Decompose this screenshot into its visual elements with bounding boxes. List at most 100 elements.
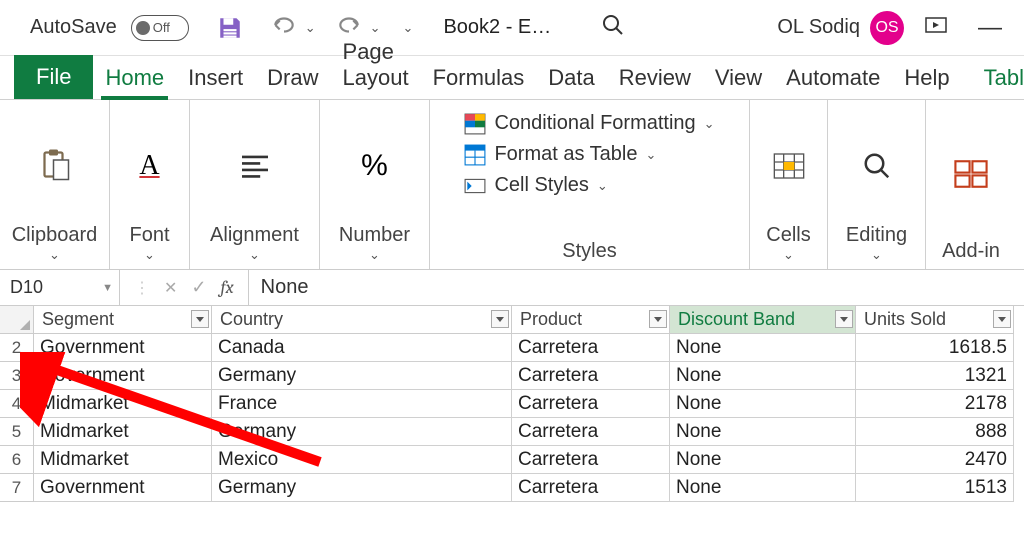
clipboard-label: Clipboard: [12, 224, 98, 247]
cell[interactable]: Carretera: [512, 474, 670, 502]
chevron-down-icon[interactable]: ⌄: [249, 247, 260, 263]
filter-icon[interactable]: [649, 310, 667, 328]
formula-input[interactable]: None: [249, 270, 1024, 305]
row-header[interactable]: 5: [0, 418, 34, 446]
ribbon-display-icon[interactable]: [914, 10, 958, 46]
cell[interactable]: None: [670, 390, 856, 418]
save-icon[interactable]: [213, 11, 247, 45]
tab-view[interactable]: View: [703, 57, 774, 99]
number-button[interactable]: %: [349, 143, 400, 189]
tab-review[interactable]: Review: [607, 57, 703, 99]
cell[interactable]: 1513: [856, 474, 1014, 502]
enter-icon[interactable]: ✓: [191, 277, 206, 298]
tab-home[interactable]: Home: [93, 57, 176, 99]
cell[interactable]: Midmarket: [34, 418, 212, 446]
cell[interactable]: Carretera: [512, 418, 670, 446]
tab-data[interactable]: Data: [536, 57, 606, 99]
tab-file[interactable]: File: [14, 55, 93, 99]
column-header[interactable]: Product: [512, 306, 670, 334]
user-name[interactable]: OL Sodiq: [777, 16, 860, 39]
filter-icon[interactable]: [993, 310, 1011, 328]
tab-help[interactable]: Help: [892, 57, 961, 99]
tab-draw[interactable]: Draw: [255, 57, 330, 99]
undo-dropdown-icon[interactable]: ⌄: [305, 20, 316, 36]
row-header[interactable]: 2: [0, 334, 34, 362]
cell[interactable]: Midmarket: [34, 390, 212, 418]
minimize-icon[interactable]: —: [968, 10, 1012, 46]
cell[interactable]: Canada: [212, 334, 512, 362]
cell[interactable]: Midmarket: [34, 446, 212, 474]
number-label: Number: [339, 224, 410, 247]
chevron-down-icon[interactable]: ⌄: [49, 247, 60, 263]
cell-styles-button[interactable]: Cell Styles ⌄: [464, 174, 607, 197]
column-header[interactable]: Country: [212, 306, 512, 334]
chevron-down-icon[interactable]: ⌄: [871, 247, 882, 263]
header-label: Product: [520, 309, 582, 330]
alignment-label: Alignment: [210, 224, 299, 247]
cancel-icon[interactable]: ✕: [164, 278, 177, 298]
cell[interactable]: Government: [34, 474, 212, 502]
addins-icon: [954, 159, 988, 189]
avatar[interactable]: OS: [870, 11, 904, 45]
header-label: Segment: [42, 309, 114, 330]
clipboard-button[interactable]: [25, 142, 85, 190]
column-header[interactable]: Discount Band: [670, 306, 856, 334]
cell[interactable]: None: [670, 334, 856, 362]
chevron-down-icon[interactable]: ⌄: [144, 247, 155, 263]
cell[interactable]: Germany: [212, 362, 512, 390]
cell[interactable]: Mexico: [212, 446, 512, 474]
fx-icon[interactable]: fx: [221, 277, 234, 298]
name-box[interactable]: D10 ▼: [0, 270, 120, 305]
tab-automate[interactable]: Automate: [774, 57, 892, 99]
font-button[interactable]: A: [127, 144, 171, 188]
row-header[interactable]: 3: [0, 362, 34, 390]
tab-page-layout[interactable]: Page Layout: [331, 31, 421, 99]
conditional-formatting-button[interactable]: Conditional Formatting ⌄: [464, 112, 714, 135]
tab-table-design[interactable]: Tabl: [972, 57, 1024, 99]
cell[interactable]: None: [670, 362, 856, 390]
addins-button[interactable]: [942, 153, 1000, 195]
tab-formulas[interactable]: Formulas: [421, 57, 537, 99]
filter-icon[interactable]: [191, 310, 209, 328]
cell[interactable]: Government: [34, 362, 212, 390]
cell[interactable]: Carretera: [512, 362, 670, 390]
column-header[interactable]: Segment: [34, 306, 212, 334]
cell[interactable]: None: [670, 474, 856, 502]
chevron-down-icon[interactable]: ⌄: [783, 247, 794, 263]
editing-button[interactable]: [850, 145, 904, 187]
row-header[interactable]: 7: [0, 474, 34, 502]
undo-icon[interactable]: [267, 10, 301, 45]
alignment-button[interactable]: [227, 147, 283, 185]
select-all-button[interactable]: [0, 306, 34, 334]
format-as-table-button[interactable]: Format as Table ⌄: [464, 143, 656, 166]
table-row: 2 Government Canada Carretera None 1618.…: [0, 334, 1024, 362]
cell[interactable]: Carretera: [512, 390, 670, 418]
cell[interactable]: 888: [856, 418, 1014, 446]
chevron-down-icon: ▼: [102, 282, 113, 294]
cells-button[interactable]: [761, 146, 817, 186]
ribbon: Clipboard ⌄ A Font ⌄ Alignment ⌄ % Numbe…: [0, 100, 1024, 270]
chevron-down-icon[interactable]: ⌄: [369, 247, 380, 263]
cell[interactable]: 2470: [856, 446, 1014, 474]
filter-icon[interactable]: [835, 310, 853, 328]
cell[interactable]: 2178: [856, 390, 1014, 418]
cell[interactable]: Germany: [212, 474, 512, 502]
cell[interactable]: None: [670, 446, 856, 474]
column-header[interactable]: Units Sold: [856, 306, 1014, 334]
search-icon[interactable]: [601, 13, 625, 42]
cell[interactable]: 1321: [856, 362, 1014, 390]
cell[interactable]: 1618.5: [856, 334, 1014, 362]
cell[interactable]: None: [670, 418, 856, 446]
header-label: Units Sold: [864, 309, 946, 330]
filter-icon[interactable]: [491, 310, 509, 328]
tab-insert[interactable]: Insert: [176, 57, 255, 99]
cell[interactable]: Government: [34, 334, 212, 362]
cell[interactable]: Germany: [212, 418, 512, 446]
row-header[interactable]: 4: [0, 390, 34, 418]
group-cells: Cells ⌄: [750, 100, 828, 269]
cell[interactable]: Carretera: [512, 334, 670, 362]
row-header[interactable]: 6: [0, 446, 34, 474]
autosave-toggle[interactable]: Off: [131, 15, 189, 41]
cell[interactable]: France: [212, 390, 512, 418]
cell[interactable]: Carretera: [512, 446, 670, 474]
